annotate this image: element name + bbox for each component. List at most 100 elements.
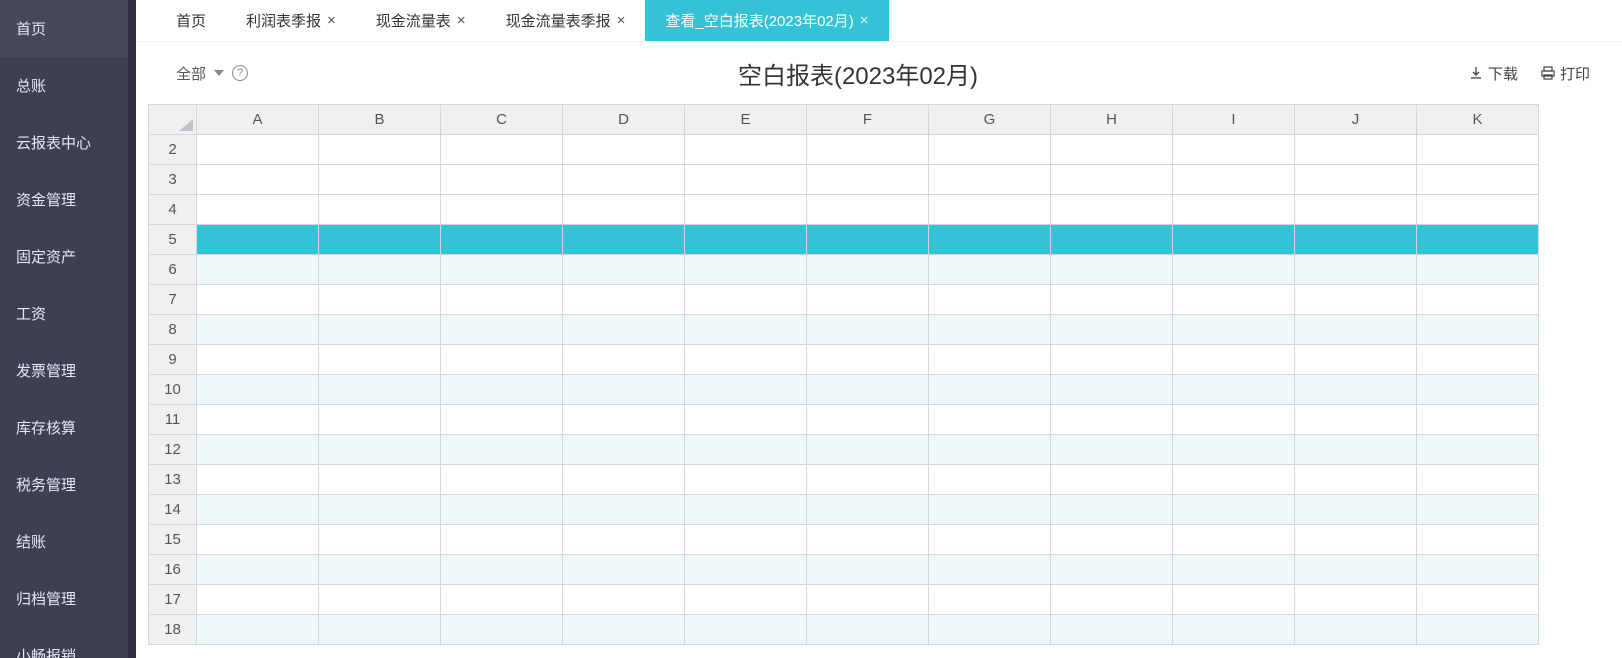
row-header[interactable]: 4 <box>149 195 197 225</box>
cell[interactable] <box>319 585 441 615</box>
cell[interactable] <box>1173 135 1295 165</box>
cell[interactable] <box>197 585 319 615</box>
cell[interactable] <box>1173 285 1295 315</box>
cell[interactable] <box>563 165 685 195</box>
row-header[interactable]: 16 <box>149 555 197 585</box>
cell[interactable] <box>1417 525 1539 555</box>
cell[interactable] <box>1173 585 1295 615</box>
cell[interactable] <box>1051 585 1173 615</box>
cell[interactable] <box>441 135 563 165</box>
cell[interactable] <box>441 495 563 525</box>
cell[interactable] <box>1051 195 1173 225</box>
row-header[interactable]: 17 <box>149 585 197 615</box>
cell[interactable] <box>1051 435 1173 465</box>
cell[interactable] <box>441 375 563 405</box>
column-header[interactable]: E <box>685 105 807 135</box>
cell[interactable] <box>1295 375 1417 405</box>
cell[interactable] <box>441 405 563 435</box>
cell[interactable] <box>319 405 441 435</box>
cell[interactable] <box>319 135 441 165</box>
cell[interactable] <box>563 375 685 405</box>
sidebar-item[interactable]: 工资 <box>0 285 128 342</box>
sidebar-item[interactable]: 归档管理 <box>0 570 128 627</box>
cell[interactable] <box>685 315 807 345</box>
cell[interactable] <box>1173 555 1295 585</box>
cell[interactable] <box>807 585 929 615</box>
sidebar-item[interactable]: 首页 <box>0 0 128 57</box>
cell[interactable] <box>807 195 929 225</box>
sidebar-item[interactable]: 固定资产 <box>0 228 128 285</box>
cell[interactable] <box>807 135 929 165</box>
cell[interactable] <box>807 165 929 195</box>
row-header[interactable]: 8 <box>149 315 197 345</box>
cell[interactable] <box>1417 555 1539 585</box>
cell[interactable] <box>563 615 685 645</box>
cell[interactable] <box>929 435 1051 465</box>
cell[interactable] <box>563 135 685 165</box>
row-header[interactable]: 12 <box>149 435 197 465</box>
cell[interactable] <box>1173 165 1295 195</box>
cell[interactable] <box>685 615 807 645</box>
cell[interactable] <box>319 555 441 585</box>
cell[interactable] <box>807 315 929 345</box>
help-icon[interactable]: ? <box>232 65 248 81</box>
cell[interactable] <box>1051 375 1173 405</box>
cell[interactable] <box>197 345 319 375</box>
cell[interactable] <box>441 315 563 345</box>
cell[interactable] <box>1295 345 1417 375</box>
cell[interactable] <box>1417 375 1539 405</box>
close-icon[interactable]: × <box>860 13 869 28</box>
row-header[interactable]: 14 <box>149 495 197 525</box>
column-header[interactable]: H <box>1051 105 1173 135</box>
cell[interactable] <box>1051 405 1173 435</box>
cell[interactable] <box>1417 585 1539 615</box>
cell[interactable] <box>1295 195 1417 225</box>
cell[interactable] <box>319 165 441 195</box>
cell[interactable] <box>685 135 807 165</box>
cell[interactable] <box>1417 495 1539 525</box>
cell[interactable] <box>1295 405 1417 435</box>
cell[interactable] <box>807 525 929 555</box>
cell[interactable] <box>197 285 319 315</box>
cell[interactable] <box>807 255 929 285</box>
cell[interactable] <box>1173 435 1295 465</box>
cell[interactable] <box>685 375 807 405</box>
cell[interactable] <box>1051 555 1173 585</box>
cell[interactable] <box>1417 615 1539 645</box>
cell[interactable] <box>197 555 319 585</box>
cell[interactable] <box>1051 135 1173 165</box>
cell[interactable] <box>1295 225 1417 255</box>
cell[interactable] <box>441 615 563 645</box>
cell[interactable] <box>319 465 441 495</box>
cell[interactable] <box>1417 345 1539 375</box>
cell[interactable] <box>807 615 929 645</box>
column-header[interactable]: G <box>929 105 1051 135</box>
row-header[interactable]: 7 <box>149 285 197 315</box>
column-header[interactable]: D <box>563 105 685 135</box>
cell[interactable] <box>1173 495 1295 525</box>
cell[interactable] <box>807 405 929 435</box>
sidebar-item[interactable]: 云报表中心 <box>0 114 128 171</box>
sidebar-item[interactable]: 发票管理 <box>0 342 128 399</box>
cell[interactable] <box>1051 285 1173 315</box>
cell[interactable] <box>319 285 441 315</box>
cell[interactable] <box>1051 495 1173 525</box>
cell[interactable] <box>685 555 807 585</box>
sidebar-scrollbar[interactable] <box>128 0 136 658</box>
cell[interactable] <box>685 435 807 465</box>
cell[interactable] <box>1417 435 1539 465</box>
row-header[interactable]: 3 <box>149 165 197 195</box>
cell[interactable] <box>929 345 1051 375</box>
cell[interactable] <box>1417 135 1539 165</box>
cell[interactable] <box>1173 195 1295 225</box>
cell[interactable] <box>1295 495 1417 525</box>
row-header[interactable]: 5 <box>149 225 197 255</box>
cell[interactable] <box>319 315 441 345</box>
sidebar-item[interactable]: 结账 <box>0 513 128 570</box>
row-header[interactable]: 15 <box>149 525 197 555</box>
cell[interactable] <box>929 405 1051 435</box>
cell[interactable] <box>197 195 319 225</box>
cell[interactable] <box>1051 465 1173 495</box>
cell[interactable] <box>319 255 441 285</box>
cell[interactable] <box>1173 465 1295 495</box>
